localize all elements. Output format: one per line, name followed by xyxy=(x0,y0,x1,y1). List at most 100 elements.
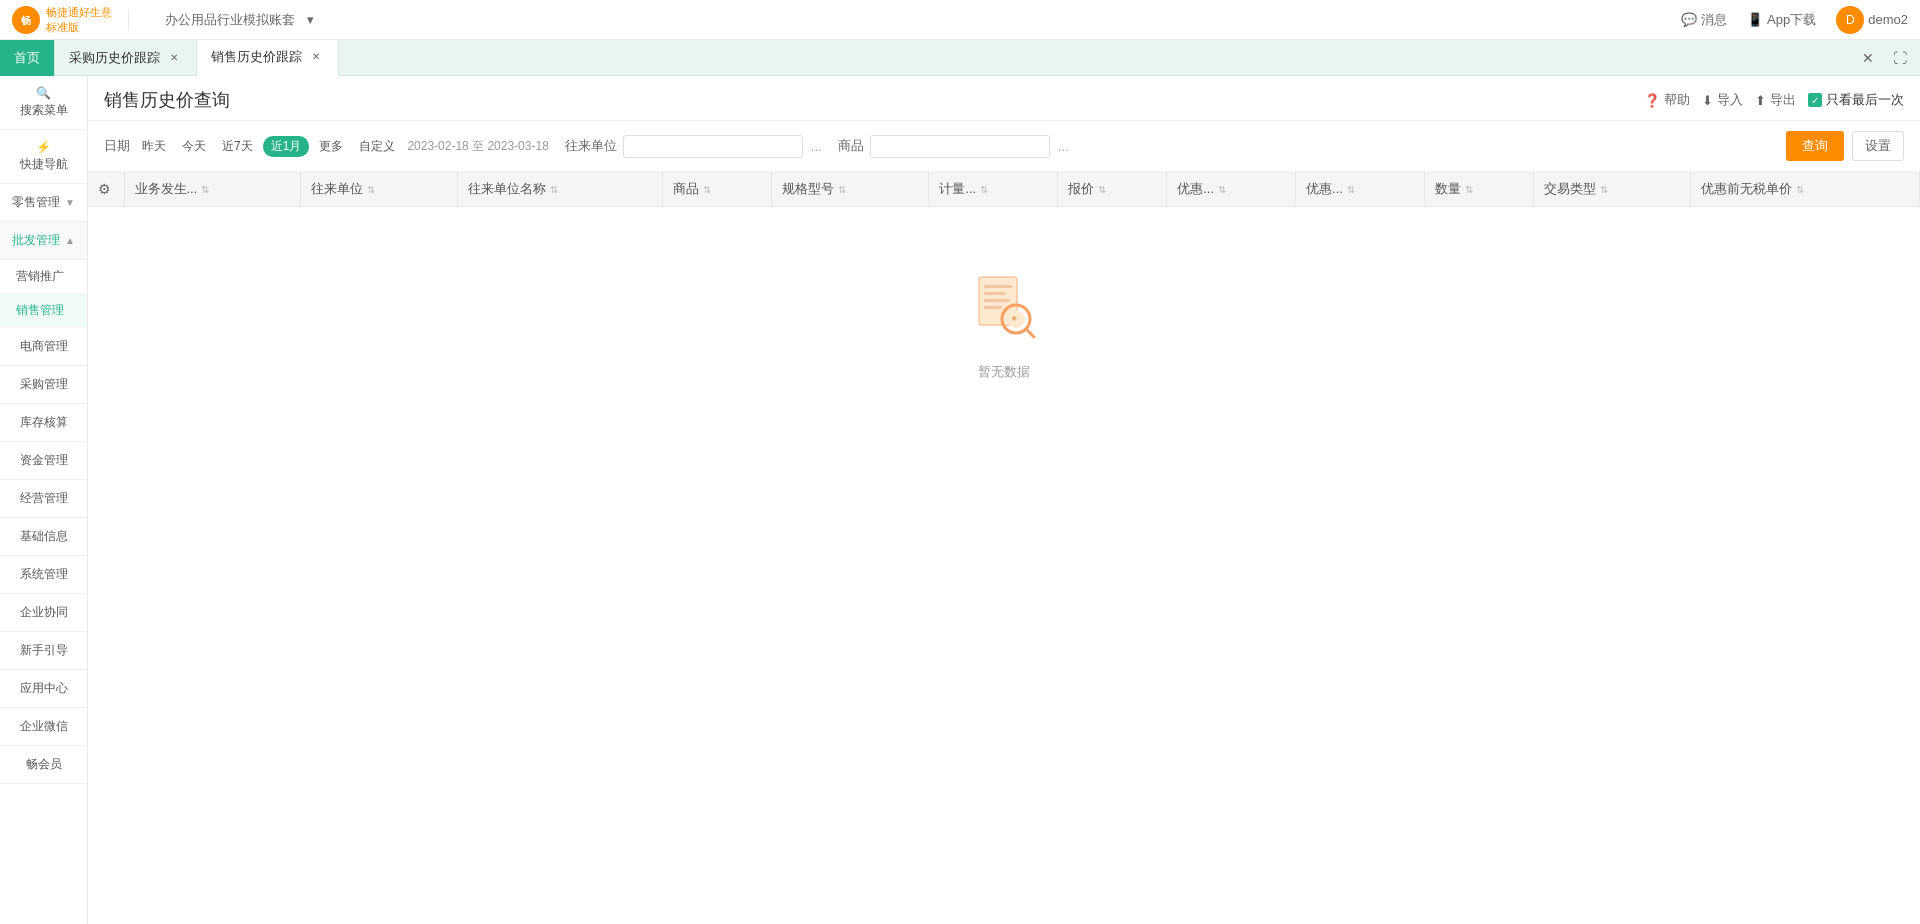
tab-sales-history[interactable]: 销售历史价跟踪 ✕ xyxy=(197,40,339,76)
counterpart-dots[interactable]: ... xyxy=(811,139,822,154)
page-header-actions: ❓ 帮助 ⬇ 导入 ⬆ 导出 ✓ 只看最后一次 xyxy=(1644,91,1904,109)
date-btn-last7[interactable]: 近7天 xyxy=(216,136,259,157)
data-table: ⚙ 业务发生... ⇅ 往来单位 xyxy=(88,172,1920,207)
tab-purchase-history[interactable]: 采购历史价跟踪 ✕ xyxy=(55,40,197,76)
close-all-tabs-button[interactable]: ✕ xyxy=(1856,46,1880,70)
only-last-checkbox[interactable]: ✓ 只看最后一次 xyxy=(1808,91,1904,109)
sort-icon-product: ⇅ xyxy=(703,184,711,195)
sidebar-item-inventory[interactable]: 库存核算 xyxy=(0,404,87,442)
table-col-counterpart-code[interactable]: 往来单位 ⇅ xyxy=(301,172,458,207)
help-button[interactable]: ❓ 帮助 xyxy=(1644,91,1690,109)
sidebar-item-apps[interactable]: 应用中心 xyxy=(0,670,87,708)
counterpart-filter-group: 往来单位 ... xyxy=(565,135,822,158)
sidebar-item-enterprise[interactable]: 企业协同 xyxy=(0,594,87,632)
sidebar-item-purchase[interactable]: 采购管理 xyxy=(0,366,87,404)
col-trade-type-label: 交易类型 xyxy=(1544,180,1596,198)
counterpart-label: 往来单位 xyxy=(565,137,617,155)
content-area: 销售历史价查询 ❓ 帮助 ⬇ 导入 ⬆ 导出 ✓ xyxy=(88,76,1920,924)
table-col-discount2[interactable]: 优惠... ⇅ xyxy=(1296,172,1425,207)
search-icon: 🔍 xyxy=(36,86,51,100)
svg-text:畅: 畅 xyxy=(21,15,31,26)
tab-sales-label: 销售历史价跟踪 xyxy=(211,48,302,66)
sort-icon-unit: ⇅ xyxy=(980,184,988,195)
table-container: ⚙ 业务发生... ⇅ 往来单位 xyxy=(88,172,1920,924)
table-col-unit[interactable]: 计量... ⇅ xyxy=(929,172,1058,207)
table-col-discount1[interactable]: 优惠... ⇅ xyxy=(1167,172,1296,207)
date-btn-yesterday[interactable]: 昨天 xyxy=(136,136,172,157)
col-unit-label: 计量... xyxy=(939,180,976,198)
sidebar-item-guide[interactable]: 新手引导 xyxy=(0,632,87,670)
sidebar-item-marketing[interactable]: 营销推广 xyxy=(0,260,87,294)
date-quick-buttons: 昨天 今天 近7天 近1月 更多 自定义 xyxy=(136,136,401,157)
sort-icon-discount2: ⇅ xyxy=(1347,184,1355,195)
tab-sales-close[interactable]: ✕ xyxy=(308,49,324,65)
import-button[interactable]: ⬇ 导入 xyxy=(1702,91,1743,109)
export-icon: ⬆ xyxy=(1755,93,1766,108)
col-pretax-price-label: 优惠前无税单价 xyxy=(1701,180,1792,198)
sidebar-item-wholesale[interactable]: 批发管理 ▲ xyxy=(0,222,87,260)
sidebar-item-ecommerce[interactable]: 电商管理 xyxy=(0,328,87,366)
sort-icon-counterpart-code: ⇅ xyxy=(367,184,375,195)
table-col-trade-type[interactable]: 交易类型 ⇅ xyxy=(1534,172,1691,207)
table-col-quantity[interactable]: 数量 ⇅ xyxy=(1425,172,1534,207)
fullscreen-button[interactable]: ⛶ xyxy=(1888,46,1912,70)
empty-icon: ✦ xyxy=(964,267,1044,347)
sort-icon-spec: ⇅ xyxy=(838,184,846,195)
table-col-biz-date[interactable]: 业务发生... ⇅ xyxy=(124,172,301,207)
sidebar-item-operations[interactable]: 经营管理 xyxy=(0,480,87,518)
sidebar-item-member[interactable]: 畅会员 xyxy=(0,746,87,784)
sidebar-item-basic-info[interactable]: 基础信息 xyxy=(0,518,87,556)
chevron-down-icon: ▼ xyxy=(65,197,75,208)
export-button[interactable]: ⬆ 导出 xyxy=(1755,91,1796,109)
date-range-display: 2023-02-18 至 2023-03-18 xyxy=(407,138,548,155)
product-input[interactable] xyxy=(870,135,1050,158)
table-col-spec[interactable]: 规格型号 ⇅ xyxy=(772,172,929,207)
table-settings-header[interactable]: ⚙ xyxy=(88,172,124,207)
message-button[interactable]: 💬 消息 xyxy=(1681,11,1727,29)
sidebar-item-finance[interactable]: 资金管理 xyxy=(0,442,87,480)
product-dots[interactable]: ... xyxy=(1058,139,1069,154)
date-btn-more[interactable]: 更多 xyxy=(313,136,349,157)
sort-icon-biz-date: ⇅ xyxy=(201,184,209,195)
sidebar: 🔍 搜索菜单 ⚡ 快捷导航 零售管理 ▼ 批发管理 ▲ 营销推广 销售管理 电商… xyxy=(0,76,88,924)
checkbox-icon: ✓ xyxy=(1808,93,1822,107)
table-col-product[interactable]: 商品 ⇅ xyxy=(663,172,772,207)
col-product-label: 商品 xyxy=(673,180,699,198)
tab-home-label: 首页 xyxy=(14,49,40,67)
tab-purchase-close[interactable]: ✕ xyxy=(166,50,182,66)
table-col-quote-price[interactable]: 报价 ⇅ xyxy=(1058,172,1167,207)
header-right: 💬 消息 📱 App下载 D demo2 xyxy=(1681,6,1908,34)
main-layout: 🔍 搜索菜单 ⚡ 快捷导航 零售管理 ▼ 批发管理 ▲ 营销推广 销售管理 电商… xyxy=(0,76,1920,924)
table-col-pretax-price[interactable]: 优惠前无税单价 ⇅ xyxy=(1690,172,1919,207)
col-counterpart-code-label: 往来单位 xyxy=(311,180,363,198)
page-title: 销售历史价查询 xyxy=(104,88,230,112)
sidebar-item-shortcuts[interactable]: ⚡ 快捷导航 xyxy=(0,130,87,184)
empty-text: 暂无数据 xyxy=(978,363,1030,381)
settings-button[interactable]: 设置 xyxy=(1852,131,1904,161)
col-spec-label: 规格型号 xyxy=(782,180,834,198)
table-col-counterpart-name[interactable]: 往来单位名称 ⇅ xyxy=(458,172,663,207)
sidebar-item-system[interactable]: 系统管理 xyxy=(0,556,87,594)
counterpart-input[interactable] xyxy=(623,135,803,158)
query-button[interactable]: 查询 xyxy=(1786,131,1844,161)
col-biz-date-label: 业务发生... xyxy=(135,180,198,198)
svg-line-9 xyxy=(1026,329,1034,337)
tab-actions: ✕ ⛶ xyxy=(1856,46,1920,70)
date-btn-today[interactable]: 今天 xyxy=(176,136,212,157)
tab-home[interactable]: 首页 xyxy=(0,40,55,76)
header-dropdown-icon[interactable]: ▾ xyxy=(307,12,314,27)
sidebar-item-search[interactable]: 🔍 搜索菜单 xyxy=(0,76,87,130)
logo-text: 畅捷通好生意 标准版 xyxy=(46,5,112,34)
user-menu[interactable]: D demo2 xyxy=(1836,6,1908,34)
tab-purchase-label: 采购历史价跟踪 xyxy=(69,49,160,67)
product-filter-group: 商品 ... xyxy=(838,135,1069,158)
col-discount2-label: 优惠... xyxy=(1306,180,1343,198)
sort-icon-discount1: ⇅ xyxy=(1218,184,1226,195)
app-download-button[interactable]: 📱 App下载 xyxy=(1747,11,1816,29)
date-btn-custom[interactable]: 自定义 xyxy=(353,136,401,157)
sidebar-item-retail[interactable]: 零售管理 ▼ xyxy=(0,184,87,222)
settings-gear-icon[interactable]: ⚙ xyxy=(98,181,111,197)
sidebar-item-sales-mgmt[interactable]: 销售管理 xyxy=(0,294,87,328)
sidebar-item-corp-wechat[interactable]: 企业微信 xyxy=(0,708,87,746)
date-btn-last1m[interactable]: 近1月 xyxy=(263,136,310,157)
